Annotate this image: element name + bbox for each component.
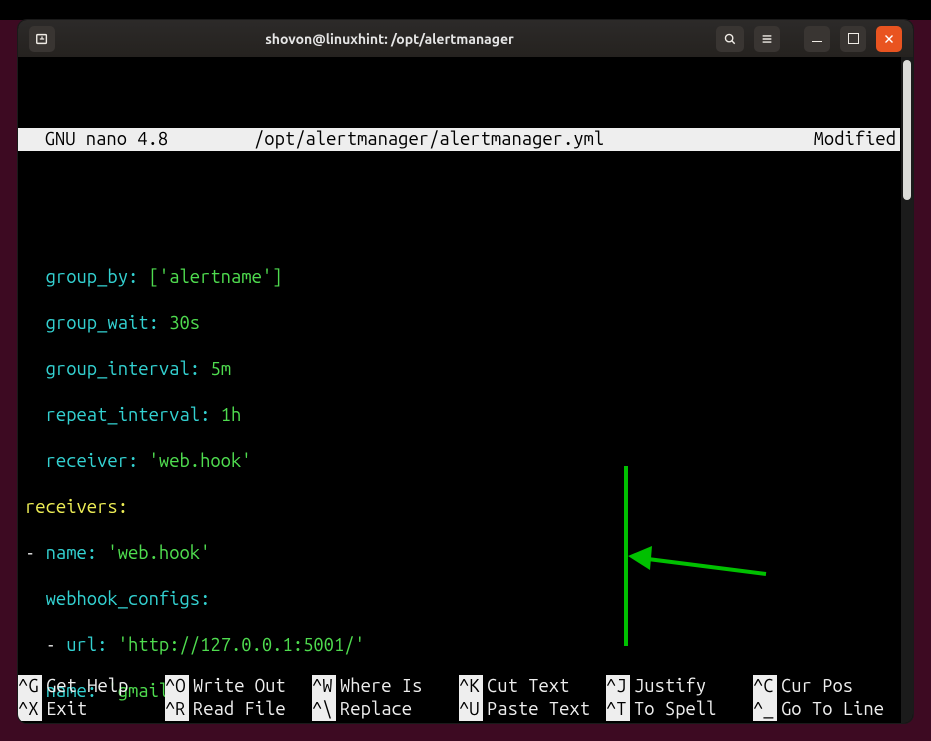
cfg-receivers-key: receivers: bbox=[25, 497, 128, 517]
cfg-group-interval-val: 5m bbox=[200, 359, 231, 379]
window-title-bar: shovon@linuxhint: /opt/alertmanager bbox=[18, 20, 913, 58]
gnome-top-panel bbox=[0, 0, 931, 20]
cfg-webhook-name-val: 'web.hook' bbox=[97, 543, 210, 563]
shortcut-label: Exit bbox=[42, 698, 87, 721]
terminal-content[interactable]: GNU nano 4.8 /opt/alertmanager/alertmana… bbox=[18, 57, 913, 723]
cfg-receiver-key: receiver: bbox=[25, 451, 138, 471]
nano-status: Modified bbox=[814, 128, 900, 151]
search-button[interactable] bbox=[716, 26, 744, 52]
cfg-receiver-val: 'web.hook' bbox=[138, 451, 251, 471]
cfg-group-interval-key: group_interval: bbox=[25, 359, 200, 379]
nano-filename: /opt/alertmanager/alertmanager.yml bbox=[254, 128, 604, 151]
shortcut-key[interactable]: ^U bbox=[459, 698, 483, 721]
shortcut-key[interactable]: ^W bbox=[312, 675, 336, 698]
cfg-group-by-val: ['alertname'] bbox=[138, 267, 282, 287]
shortcut-label: Go To Line bbox=[777, 698, 884, 721]
close-button[interactable] bbox=[876, 26, 902, 52]
shortcut-label: Cut Text bbox=[483, 675, 569, 698]
shortcut-key[interactable]: ^X bbox=[18, 698, 42, 721]
shortcut-key[interactable]: ^_ bbox=[753, 698, 777, 721]
terminal-window: shovon@linuxhint: /opt/alertmanager GNU … bbox=[18, 20, 913, 723]
nano-footer-row-1: ^GGet Help ^OWrite Out ^WWhere Is ^KCut … bbox=[18, 675, 900, 698]
shortcut-label: To Spell bbox=[630, 698, 716, 721]
shortcut-label: Get Help bbox=[42, 675, 128, 698]
shortcut-key[interactable]: ^K bbox=[459, 675, 483, 698]
nano-header-bar: GNU nano 4.8 /opt/alertmanager/alertmana… bbox=[18, 128, 900, 151]
annotation-arrow bbox=[534, 443, 816, 695]
cfg-group-wait-key: group_wait: bbox=[25, 313, 159, 333]
nano-version: GNU nano 4.8 bbox=[24, 128, 254, 151]
dash: - bbox=[25, 635, 66, 655]
maximize-button[interactable] bbox=[840, 26, 866, 52]
shortcut-label: Replace bbox=[336, 698, 412, 721]
cfg-webhook-name-key: name: bbox=[46, 543, 98, 563]
window-title: shovon@linuxhint: /opt/alertmanager bbox=[66, 31, 713, 47]
shortcut-key[interactable]: ^\ bbox=[312, 698, 336, 721]
cfg-webhook-url-key: url: bbox=[66, 635, 107, 655]
cfg-group-wait-val: 30s bbox=[159, 313, 200, 333]
shortcut-key[interactable]: ^J bbox=[606, 675, 630, 698]
nano-editor-body[interactable]: group_by: ['alertname'] group_wait: 30s … bbox=[18, 243, 913, 723]
hamburger-menu-button[interactable] bbox=[754, 26, 780, 52]
cfg-webhook-configs-key: webhook_configs: bbox=[25, 589, 210, 609]
shortcut-label: Write Out bbox=[189, 675, 286, 698]
cfg-webhook-url-val: 'http://127.0.0.1:5001/' bbox=[107, 635, 364, 655]
scrollbar[interactable] bbox=[901, 57, 913, 723]
cfg-repeat-interval-val: 1h bbox=[210, 405, 241, 425]
shortcut-key[interactable]: ^C bbox=[753, 675, 777, 698]
dash: - bbox=[25, 543, 46, 563]
shortcut-key[interactable]: ^T bbox=[606, 698, 630, 721]
shortcut-label: Justify bbox=[630, 675, 706, 698]
scrollbar-thumb[interactable] bbox=[903, 60, 911, 200]
shortcut-label: Read File bbox=[189, 698, 286, 721]
shortcut-key[interactable]: ^R bbox=[165, 698, 189, 721]
nano-footer-row-2: ^XExit ^RRead File ^\Replace ^UPaste Tex… bbox=[18, 698, 900, 721]
shortcut-key[interactable]: ^O bbox=[165, 675, 189, 698]
new-tab-button[interactable] bbox=[29, 26, 55, 52]
nano-footer: ^GGet Help ^OWrite Out ^WWhere Is ^KCut … bbox=[18, 675, 900, 721]
minimize-button[interactable] bbox=[804, 26, 830, 52]
cfg-repeat-interval-key: repeat_interval: bbox=[25, 405, 210, 425]
shortcut-key[interactable]: ^G bbox=[18, 675, 42, 698]
shortcut-label: Cur Pos bbox=[777, 675, 853, 698]
shortcut-label: Paste Text bbox=[483, 698, 590, 721]
cfg-group-by-key: group_by: bbox=[25, 267, 138, 287]
shortcut-label: Where Is bbox=[336, 675, 422, 698]
